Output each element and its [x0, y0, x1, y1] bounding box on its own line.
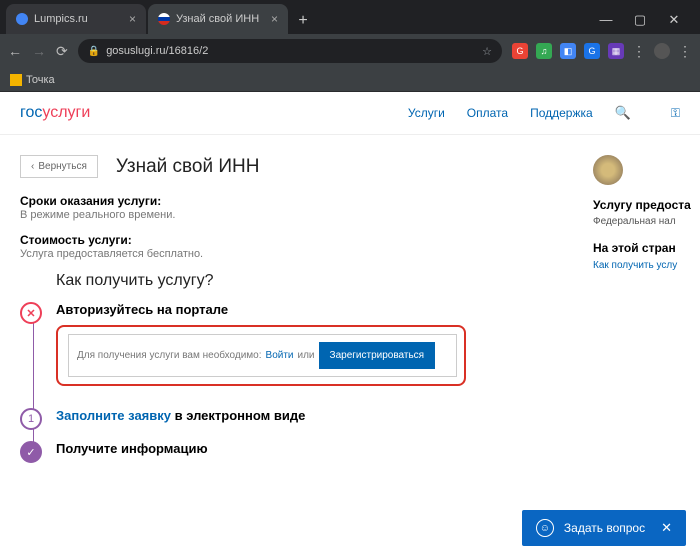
- bookmark-label: Точка: [26, 74, 55, 86]
- nav-payment[interactable]: Оплата: [467, 106, 508, 120]
- forward-button[interactable]: →: [32, 43, 46, 59]
- folder-icon: [10, 74, 22, 86]
- ext-icon[interactable]: ▦: [608, 43, 624, 59]
- tab-title: Узнай свой ИНН: [176, 13, 265, 25]
- kebab-icon[interactable]: ⋮: [678, 43, 692, 60]
- check-icon: ✓: [20, 441, 42, 463]
- logo[interactable]: госуслуги: [20, 104, 90, 122]
- ask-label: Задать вопрос: [564, 521, 645, 535]
- terms-label: Сроки оказания услуги:: [20, 194, 585, 208]
- emblem-icon: [593, 155, 623, 185]
- title-row: ‹ Вернуться Узнай свой ИНН: [20, 155, 585, 178]
- close-button[interactable]: ✕: [660, 12, 688, 28]
- side-onpage-title: На этой стран: [593, 241, 700, 255]
- sidebar: Услугу предоста Федеральная нал На этой …: [585, 145, 700, 468]
- fill-suffix: в электронном виде: [171, 408, 305, 423]
- ext-icon[interactable]: ♫: [536, 43, 552, 59]
- steps: Как получить услугу? ✕ Авторизуйтесь на …: [20, 272, 585, 456]
- extensions: G ♫ ◧ G ▦ ⋮ ⋮: [512, 43, 692, 60]
- minimize-button[interactable]: —: [592, 12, 620, 28]
- step-fill: 1 Заполните заявку в электронном виде: [56, 408, 585, 423]
- ext-icon[interactable]: G: [512, 43, 528, 59]
- window-controls: — ▢ ✕: [586, 12, 694, 34]
- top-nav: Услуги Оплата Поддержка 🔍 ⚿: [408, 105, 680, 121]
- close-icon[interactable]: ✕: [661, 520, 672, 536]
- close-icon[interactable]: ×: [129, 12, 136, 26]
- login-key-icon[interactable]: ⚿: [671, 106, 680, 121]
- back-link[interactable]: ‹ Вернуться: [20, 155, 98, 178]
- tab-title: Lumpics.ru: [34, 13, 123, 25]
- or-text: или: [298, 350, 315, 361]
- url-field[interactable]: 🔒 gosuslugi.ru/16816/2 ☆: [78, 39, 502, 63]
- back-button[interactable]: ←: [8, 43, 22, 59]
- site-header: госуслуги Услуги Оплата Поддержка 🔍 ⚿: [0, 92, 700, 135]
- nav-services[interactable]: Услуги: [408, 106, 445, 120]
- step-number-icon: 1: [20, 408, 42, 430]
- logo-part2: услуги: [42, 104, 90, 121]
- auth-inner: Для получения услуги вам необходимо: Вой…: [68, 334, 457, 377]
- auth-hint: Для получения услуги вам необходимо:: [77, 350, 262, 361]
- terms-value: В режиме реального времени.: [20, 209, 585, 221]
- step-fill-title: Заполните заявку в электронном виде: [56, 408, 585, 423]
- url-text: gosuslugi.ru/16816/2: [106, 45, 208, 57]
- ext-icon[interactable]: G: [584, 43, 600, 59]
- login-link[interactable]: Войти: [266, 350, 294, 361]
- tab-gosuslugi[interactable]: Узнай свой ИНН ×: [148, 4, 288, 34]
- chat-face-icon: ☺: [536, 519, 554, 537]
- bookmarks-bar: Точка: [0, 68, 700, 92]
- section-terms: Сроки оказания услуги: В режиме реальног…: [20, 194, 585, 221]
- main-column: ‹ Вернуться Узнай свой ИНН Сроки оказани…: [20, 145, 585, 468]
- address-bar: ← → ⟳ 🔒 gosuslugi.ru/16816/2 ☆ G ♫ ◧ G ▦…: [0, 34, 700, 68]
- side-provider-text: Федеральная нал: [593, 216, 700, 227]
- close-icon[interactable]: ×: [271, 12, 278, 26]
- section-cost: Стоимость услуги: Услуга предоставляется…: [20, 233, 585, 260]
- step-auth-title: Авторизуйтесь на портале: [56, 302, 585, 317]
- page-title: Узнай свой ИНН: [116, 156, 260, 178]
- bookmark-tochka[interactable]: Точка: [10, 74, 55, 86]
- cross-icon: ✕: [20, 302, 42, 324]
- ext-icon[interactable]: ◧: [560, 43, 576, 59]
- step-auth: ✕ Авторизуйтесь на портале Для получения…: [56, 302, 585, 386]
- browser-titlebar: Lumpics.ru × Узнай свой ИНН × + — ▢ ✕: [0, 0, 700, 34]
- favicon-icon: [16, 13, 28, 25]
- avatar-icon[interactable]: [654, 43, 670, 59]
- reload-button[interactable]: ⟳: [56, 43, 68, 60]
- fill-link[interactable]: Заполните заявку: [56, 408, 171, 423]
- cost-label: Стоимость услуги:: [20, 233, 585, 247]
- maximize-button[interactable]: ▢: [626, 12, 654, 28]
- page-viewport: госуслуги Услуги Оплата Поддержка 🔍 ⚿ ‹ …: [0, 92, 700, 560]
- new-tab-button[interactable]: +: [290, 8, 316, 34]
- star-icon[interactable]: ☆: [482, 45, 492, 58]
- nav-support[interactable]: Поддержка: [530, 106, 593, 120]
- cost-value: Услуга предоставляется бесплатно.: [20, 248, 585, 260]
- search-icon[interactable]: 🔍: [615, 105, 631, 121]
- menu-icon[interactable]: ⋮: [632, 43, 646, 60]
- how-title: Как получить услугу?: [56, 272, 585, 290]
- auth-callout: Для получения услуги вам необходимо: Вой…: [56, 325, 466, 386]
- step-info-title: Получите информацию: [56, 441, 585, 456]
- back-label: Вернуться: [38, 161, 87, 172]
- lock-icon: 🔒: [88, 46, 100, 57]
- side-anchor-how[interactable]: Как получить услу: [593, 260, 677, 271]
- favicon-icon: [158, 13, 170, 25]
- logo-part1: гос: [20, 104, 42, 121]
- register-button[interactable]: Зарегистрироваться: [319, 342, 436, 369]
- chevron-left-icon: ‹: [31, 161, 34, 172]
- tab-lumpics[interactable]: Lumpics.ru ×: [6, 4, 146, 34]
- side-provider-title: Услугу предоста: [593, 198, 700, 212]
- step-info: ✓ Получите информацию: [56, 441, 585, 456]
- content: ‹ Вернуться Узнай свой ИНН Сроки оказани…: [0, 135, 700, 468]
- ask-question-button[interactable]: ☺ Задать вопрос ✕: [522, 510, 686, 546]
